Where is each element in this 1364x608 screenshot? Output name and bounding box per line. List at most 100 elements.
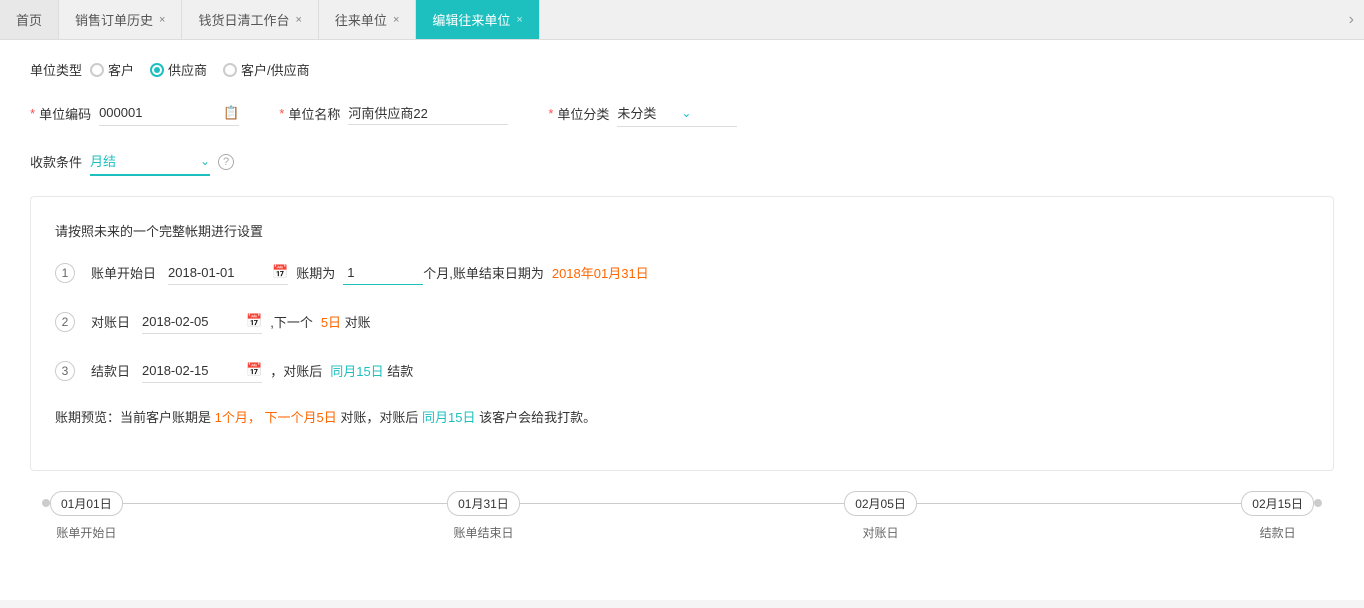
unit-category-select[interactable]: 未分类 ⌄ [617,99,737,127]
radio-customer-label: 客户 [108,60,134,79]
period-settings-box: 请按照未来的一个完整帐期进行设置 1 账单开始日 📅 账期为 个月,账单结束日期… [30,196,1334,471]
calendar-icon-1[interactable]: 📅 [272,264,288,280]
period-suffix-1: 个月,账单结束日期为 [423,263,544,282]
tl-label-1: 账单开始日 [56,524,116,541]
radio-customer-supplier[interactable]: 客户/供应商 [223,60,310,79]
timeline-section: 01月01日 账单开始日 01月31日 账单结束日 02月05日 对账日 02月… [30,491,1334,541]
tab-partner[interactable]: 往来单位 × [319,0,416,39]
timeline-end-dot [1314,499,1322,507]
period-middle-text-1: 账期为 [296,263,335,282]
period-suffix-3: 结款 [384,361,414,380]
period-date-input-3[interactable] [142,363,242,378]
unit-info-row: * 单位编码 📋 * 单位名称 * 单位分类 未分类 ⌄ [30,99,1334,127]
unit-code-input-wrapper: 📋 [99,101,239,126]
period-label-3: 结款日 [91,361,130,380]
period-num-3: 3 [55,361,75,381]
unit-category-chevron-icon: ⌄ [681,106,737,120]
close-edit-partner-icon[interactable]: × [516,14,522,26]
period-row-2: 2 对账日 📅 ,下一个 5日 对账 [55,309,1309,334]
unit-code-label: 单位编码 [39,104,91,123]
unit-type-field: 单位类型 客户 供应商 客户/供应商 [30,60,310,79]
preview-part1: 1个月， [215,410,261,425]
timeline-points: 01月01日 账单开始日 01月31日 账单结束日 02月05日 对账日 02月… [50,491,1314,541]
tl-point-3: 02月05日 对账日 [844,491,917,541]
radio-customer[interactable]: 客户 [90,60,134,79]
tl-point-1: 01月01日 账单开始日 [50,491,123,541]
period-date-input-2[interactable] [142,314,242,329]
preview-part3: 对账，对账后 [340,410,418,425]
period-num-2: 2 [55,312,75,332]
unit-name-field: * 单位名称 [279,101,508,125]
radio-customer-supplier-label: 客户/供应商 [241,60,310,79]
calendar-icon-2[interactable]: 📅 [246,313,262,329]
payment-chevron-icon: ⌄ [200,154,210,168]
close-sales-history-icon[interactable]: × [159,14,165,26]
tl-point-2: 01月31日 账单结束日 [447,491,520,541]
radio-customer-supplier-circle [223,63,237,77]
timeline-start-dot [42,499,50,507]
tab-bar: 首页 销售订单历史 × 钱货日清工作台 × 往来单位 × 编辑往来单位 × › [0,0,1364,40]
preview-part4: 同月15日 [422,410,475,425]
tab-home[interactable]: 首页 [0,0,59,39]
preview-prefix: 账期预览：当前客户账期是 [55,410,211,425]
period-label-2: 对账日 [91,312,130,331]
radio-customer-circle [90,63,104,77]
payment-value: 月结 [90,151,192,170]
timeline-container: 01月01日 账单开始日 01月31日 账单结束日 02月05日 对账日 02月… [50,491,1314,541]
period-highlight-2: 5日 [321,312,341,331]
period-date-1: 📅 [168,260,288,285]
period-highlight-3: 同月15日 [330,361,383,380]
tl-label-4: 结款日 [1260,524,1296,541]
unit-name-label: 单位名称 [288,104,340,123]
tab-cash-work[interactable]: 钱货日清工作台 × [182,0,318,39]
unit-code-input[interactable] [99,105,219,120]
period-num-1: 1 [55,263,75,283]
tab-sales-history[interactable]: 销售订单历史 × [59,0,182,39]
tl-label-2: 账单结束日 [453,524,513,541]
tl-label-3: 对账日 [863,524,899,541]
unit-code-copy-icon[interactable]: 📋 [223,105,239,121]
unit-type-row: 单位类型 客户 供应商 客户/供应商 [30,60,1334,79]
calendar-icon-3[interactable]: 📅 [246,362,262,378]
unit-name-input-wrapper [348,101,508,125]
period-end-date-highlight-1: 2018年01月31日 [552,263,649,282]
period-prefix-2: ,下一个 [270,312,313,331]
tl-node-3: 02月05日 [844,491,917,516]
unit-category-value: 未分类 [617,103,673,122]
period-prefix-3: ，对账后 [270,361,322,380]
period-title: 请按照未来的一个完整帐期进行设置 [55,221,1309,240]
unit-name-required: * [279,106,284,121]
period-row-3: 3 结款日 📅 ，对账后 同月15日 结款 [55,358,1309,383]
payment-row: 收款条件 月结 ⌄ ? [30,147,1334,176]
main-content: 单位类型 客户 供应商 客户/供应商 * 单位编码 [0,40,1364,600]
close-partner-icon[interactable]: × [393,14,399,26]
close-cash-work-icon[interactable]: × [295,14,301,26]
preview-text: 账期预览：当前客户账期是 1个月， 下一个月5日 对账，对账后 同月15日 该客… [55,407,1309,426]
radio-supplier-label: 供应商 [168,60,207,79]
tl-node-2: 01月31日 [447,491,520,516]
tab-edit-partner[interactable]: 编辑往来单位 × [416,0,539,39]
unit-category-required: * [548,106,553,121]
period-date-input-1[interactable] [168,265,268,280]
unit-code-field: * 单位编码 📋 [30,101,239,126]
payment-help-icon[interactable]: ? [218,154,234,170]
payment-label: 收款条件 [30,152,82,171]
period-date-2: 📅 [142,309,262,334]
unit-category-field: * 单位分类 未分类 ⌄ [548,99,737,127]
period-date-3: 📅 [142,358,262,383]
unit-name-input[interactable] [348,105,508,120]
payment-select[interactable]: 月结 ⌄ [90,147,210,176]
tl-node-1: 01月01日 [50,491,123,516]
period-suffix-2: 对账 [341,312,371,331]
radio-supplier[interactable]: 供应商 [150,60,207,79]
preview-part5: 该客户会给我打款。 [479,410,596,425]
period-months-input[interactable] [343,261,423,285]
unit-type-radio-group: 客户 供应商 客户/供应商 [90,60,310,79]
tl-node-4: 02月15日 [1241,491,1314,516]
tl-point-4: 02月15日 结款日 [1241,491,1314,541]
period-label-1: 账单开始日 [91,263,156,282]
preview-section: 账期预览：当前客户账期是 1个月， 下一个月5日 对账，对账后 同月15日 该客… [55,407,1309,426]
unit-category-label: 单位分类 [557,104,609,123]
unit-type-label: 单位类型 [30,60,82,79]
tab-expand-button[interactable]: › [1339,0,1364,39]
